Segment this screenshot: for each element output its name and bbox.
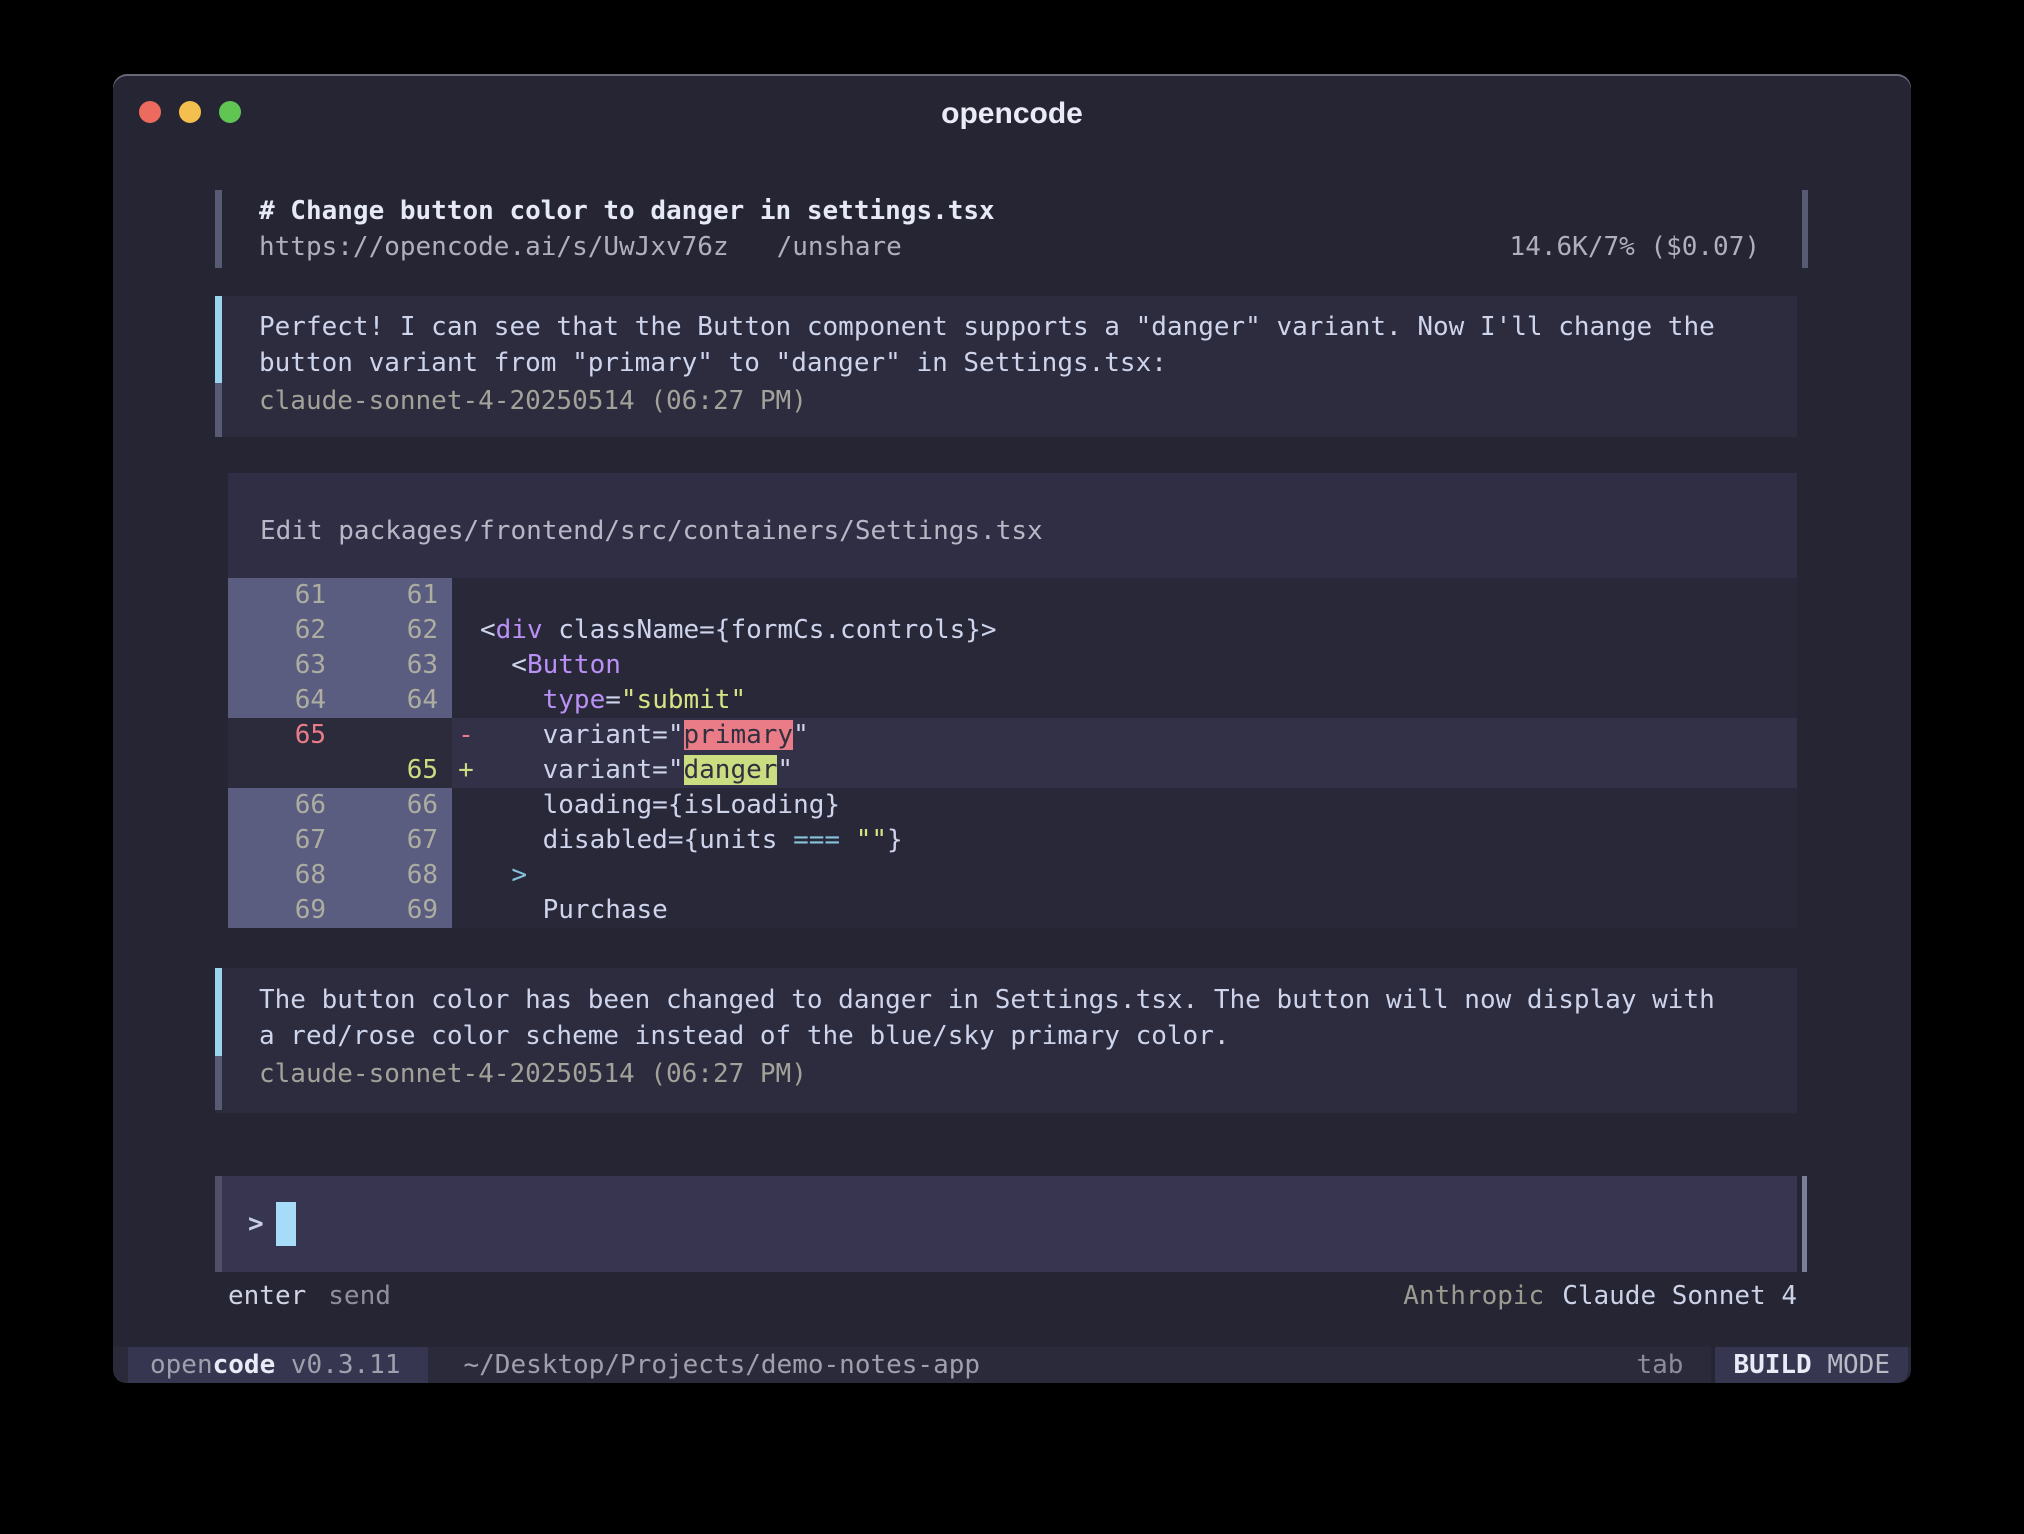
prompt-input[interactable]: >	[215, 1176, 1797, 1272]
mode-toggle[interactable]: BUILD MODE	[1711, 1347, 1908, 1383]
model-timestamp: claude-sonnet-4-20250514 (06:27 PM)	[259, 386, 807, 416]
header-left-border	[215, 190, 222, 268]
diff-row: 6262<div className={formCs.controls}>	[228, 613, 1797, 648]
edit-tool-title: Edit packages/frontend/src/containers/Se…	[228, 473, 1797, 578]
assistant-message: Perfect! I can see that the Button compo…	[215, 296, 1797, 437]
enter-key-hint: enter	[228, 1281, 306, 1311]
diff-row: 6969 Purchase	[228, 893, 1797, 928]
diff-view: 61616262<div className={formCs.controls}…	[228, 578, 1797, 928]
window-title: opencode	[113, 96, 1911, 132]
header-right-border	[1802, 190, 1808, 268]
model-timestamp: claude-sonnet-4-20250514 (06:27 PM)	[259, 1059, 807, 1089]
diff-row: 65- variant="primary"	[228, 718, 1797, 753]
provider-label: Anthropic	[1403, 1281, 1544, 1311]
diff-row: 6767 disabled={units === ""}	[228, 823, 1797, 858]
app-version-badge: opencode v0.3.11	[128, 1347, 428, 1383]
assistant-message-text: Perfect! I can see that the Button compo…	[215, 296, 1797, 383]
diff-row: 65+ variant="danger"	[228, 753, 1797, 788]
diff-row: 6363 <Button	[228, 648, 1797, 683]
session-header: # Change button color to danger in setti…	[113, 190, 1911, 268]
assistant-message-text: The button color has been changed to dan…	[215, 968, 1797, 1056]
opencode-terminal-window: opencode # Change button color to danger…	[113, 74, 1911, 1383]
text-cursor	[276, 1202, 296, 1246]
diff-row: 6666 loading={isLoading}	[228, 788, 1797, 823]
status-bar: opencode v0.3.11 ~/Desktop/Projects/demo…	[113, 1347, 1911, 1383]
diff-row: 6464 type="submit"	[228, 683, 1797, 718]
diff-row: 6868 >	[228, 858, 1797, 893]
edit-tool-card: Edit packages/frontend/src/containers/Se…	[228, 473, 1797, 928]
session-title: # Change button color to danger in setti…	[259, 193, 995, 229]
send-action-label: send	[328, 1281, 391, 1311]
share-url-link[interactable]: https://opencode.ai/s/UwJxv76z	[259, 232, 729, 262]
tab-key-hint: tab	[1636, 1347, 1683, 1383]
assistant-message: The button color has been changed to dan…	[215, 968, 1797, 1113]
token-usage-cost: 14.6K/7% ($0.07)	[1510, 229, 1760, 265]
prompt-symbol: >	[248, 1209, 264, 1239]
diff-row: 6161	[228, 578, 1797, 613]
model-label: Claude Sonnet 4	[1562, 1281, 1797, 1311]
input-left-border	[215, 1176, 222, 1272]
unshare-command[interactable]: /unshare	[777, 232, 902, 262]
working-directory: ~/Desktop/Projects/demo-notes-app	[463, 1347, 980, 1383]
input-right-border	[1802, 1176, 1807, 1272]
